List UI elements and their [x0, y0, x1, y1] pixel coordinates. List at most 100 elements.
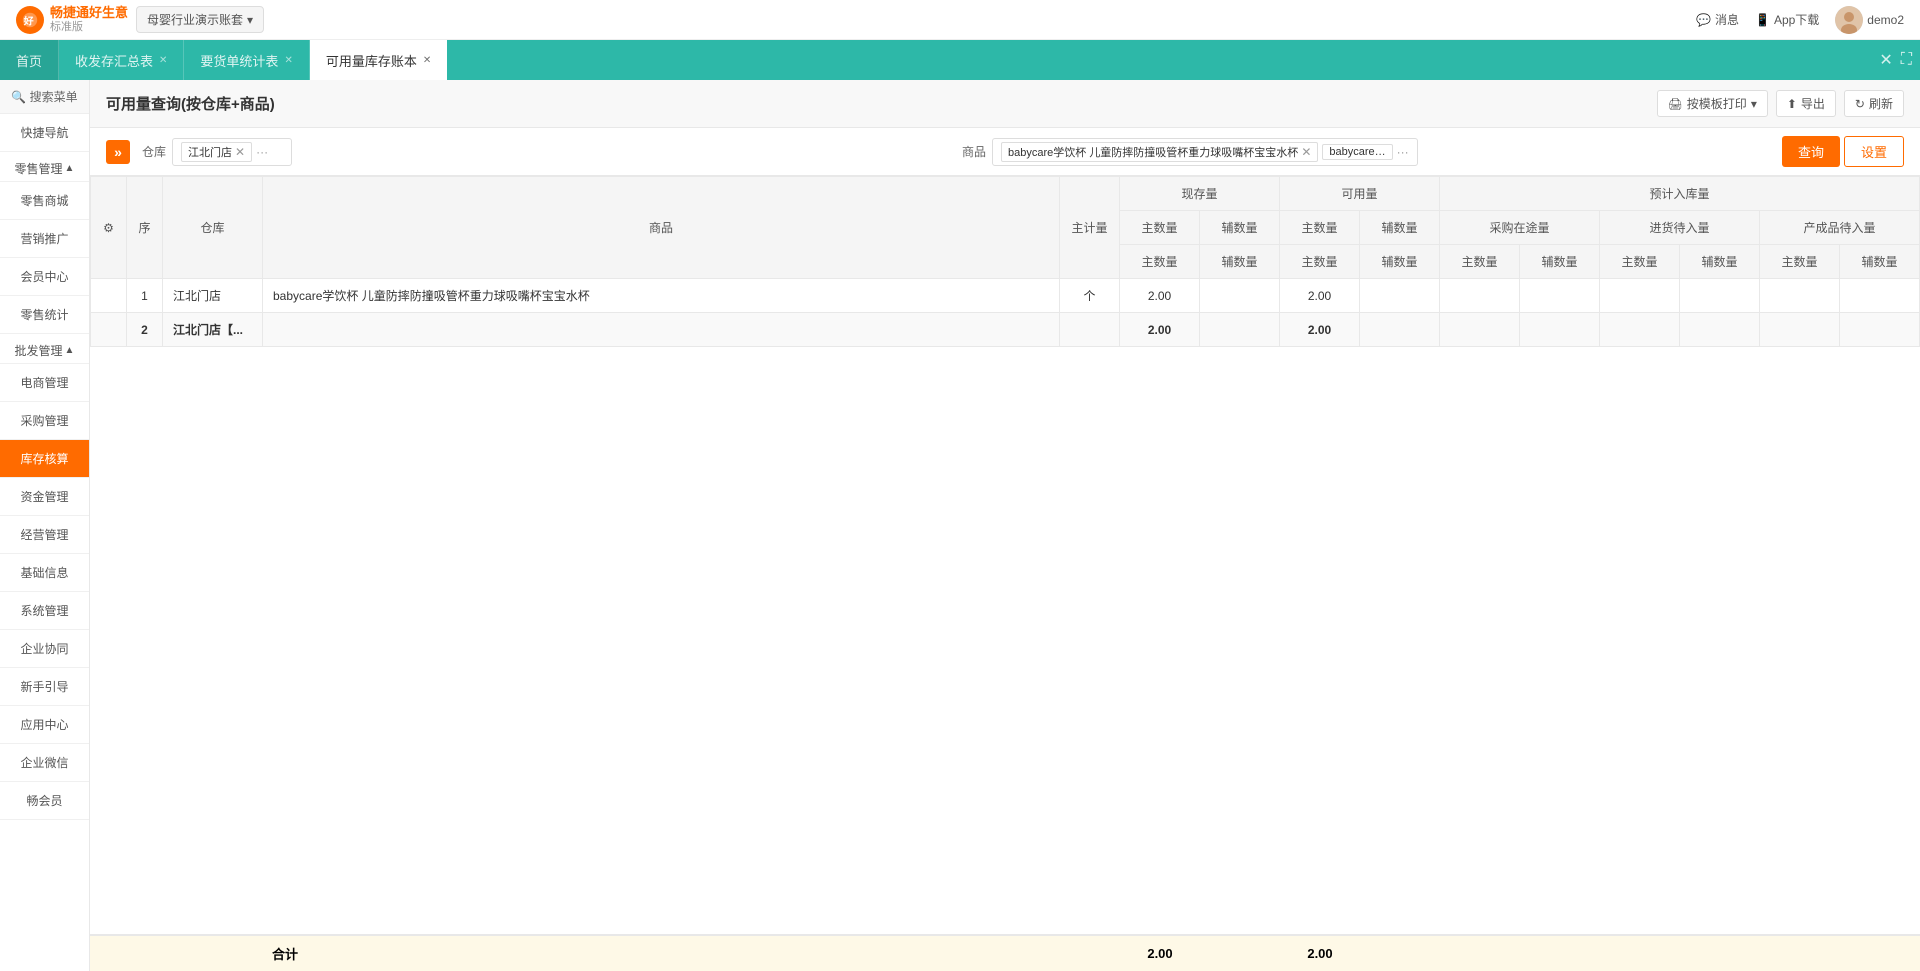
- cell-group-warehouse: 江北门店【...: [163, 313, 263, 347]
- cell-incoming-aux: [1680, 279, 1760, 313]
- tab-home[interactable]: 首页: [0, 40, 59, 80]
- chevron-down-icon: ▾: [247, 13, 253, 27]
- product-tag-1: babycare学饮杯 儿童防摔防撞吸管杯重力球吸嘴杯宝宝水杯 ✕: [1001, 142, 1318, 162]
- sidebar-search[interactable]: 🔍 搜索菜单: [0, 80, 89, 114]
- cell-no: 1: [127, 279, 163, 313]
- cell-group-avail-main: 2.00: [1280, 313, 1360, 347]
- sidebar-inventory-label: 库存核算: [20, 452, 68, 466]
- settings-icon: ⚙: [103, 221, 114, 235]
- product-input[interactable]: babycare学饮杯 儿童防摔防撞吸管杯重力球吸嘴杯宝宝水杯 ✕ babyca…: [992, 138, 1418, 166]
- sidebar-item-inventory[interactable]: 库存核算: [0, 440, 89, 478]
- cell-stock-main: 2.00: [1120, 279, 1200, 313]
- th-settings[interactable]: ⚙: [91, 177, 127, 279]
- cell-group-settings: [91, 313, 127, 347]
- warehouse-input[interactable]: 江北门店 ✕ ···: [172, 138, 292, 166]
- cell-purchase-transit-aux: [1520, 279, 1600, 313]
- sidebar-item-member-center[interactable]: 会员中心: [0, 258, 89, 296]
- sidebar-item-purchase[interactable]: 采购管理: [0, 402, 89, 440]
- sidebar-purchase-label: 采购管理: [20, 414, 68, 428]
- product-tag-1-remove[interactable]: ✕: [1301, 145, 1311, 159]
- page-actions: 🖨 按模板打印 ▾ ⬆ 导出 ↻ 刷新: [1657, 90, 1904, 117]
- tab-receive-summary[interactable]: 收发存汇总表 ✕: [59, 40, 184, 80]
- filter-bar: » 仓库 江北门店 ✕ ··· 商品 babycare学饮杯 儿童防摔防撞吸管杯…: [90, 128, 1920, 176]
- export-button[interactable]: ⬆ 导出: [1776, 90, 1836, 117]
- sidebar-item-operation[interactable]: 经营管理: [0, 516, 89, 554]
- data-table: ⚙ 序 仓库 商品 主计量 现存量 可用量 预计入库量 主数量 辅数量 主数量: [90, 176, 1920, 347]
- table-row-group: 2 江北门店【... 2.00 2.00: [91, 313, 1920, 347]
- sidebar-item-ecommerce[interactable]: 电商管理: [0, 364, 89, 402]
- username-label: demo2: [1867, 13, 1904, 27]
- sidebar-item-finance[interactable]: 资金管理: [0, 478, 89, 516]
- export-label: 导出: [1801, 95, 1825, 112]
- tab-order-stats[interactable]: 要货单统计表 ✕: [184, 40, 309, 80]
- sidebar-member-center-label: 会员中心: [20, 270, 68, 284]
- print-chevron-icon: ▾: [1751, 97, 1757, 111]
- top-bar-right: 💬 消息 📱 App下载 demo2: [1696, 6, 1904, 34]
- sidebar-item-retail-mall[interactable]: 零售商城: [0, 182, 89, 220]
- tab-home-label: 首页: [16, 51, 42, 70]
- tab-available-stock-close[interactable]: ✕: [423, 55, 431, 66]
- expand-icon: »: [114, 144, 122, 160]
- refresh-icon: ↻: [1855, 97, 1865, 111]
- sidebar-item-quick-nav[interactable]: 快捷导航: [0, 114, 89, 152]
- warehouse-more-icon: ···: [256, 145, 268, 159]
- setting-button[interactable]: 设置: [1844, 136, 1904, 167]
- th-avail-aux2: 辅数量: [1360, 245, 1440, 279]
- tab-available-stock[interactable]: 可用量库存账本 ✕: [310, 40, 447, 80]
- sidebar-item-app-center[interactable]: 应用中心: [0, 706, 89, 744]
- tab-receive-summary-close[interactable]: ✕: [159, 55, 167, 66]
- th-stock-aux2: 辅数量: [1200, 245, 1280, 279]
- print-label: 按模板打印: [1687, 95, 1747, 112]
- user-profile[interactable]: demo2: [1835, 6, 1904, 34]
- export-icon: ⬆: [1787, 97, 1797, 111]
- cell-unit: 个: [1060, 279, 1120, 313]
- sidebar-item-system[interactable]: 系统管理: [0, 592, 89, 630]
- sidebar-item-enterprise-collab[interactable]: 企业协同: [0, 630, 89, 668]
- cell-group-unit: [1060, 313, 1120, 347]
- cell-group-in-main: [1600, 313, 1680, 347]
- sidebar-section-retail[interactable]: 零售管理 ▲: [0, 152, 89, 182]
- app-download-action[interactable]: 📱 App下载: [1755, 11, 1819, 28]
- table-wrapper: ⚙ 序 仓库 商品 主计量 现存量 可用量 预计入库量 主数量 辅数量 主数量: [90, 176, 1920, 971]
- expand-button[interactable]: »: [106, 140, 130, 164]
- cell-group-stock-aux: [1200, 313, 1280, 347]
- sidebar-item-retail-stats[interactable]: 零售统计: [0, 296, 89, 334]
- warehouse-filter-group: 仓库 江北门店 ✕ ···: [142, 138, 950, 166]
- refresh-button[interactable]: ↻ 刷新: [1844, 90, 1904, 117]
- industry-selector[interactable]: 母婴行业演示账套 ▾: [136, 6, 264, 33]
- top-bar: 好 畅捷通好生意 标准版 母婴行业演示账套 ▾ 💬 消息 📱 App下载 dem…: [0, 0, 1920, 40]
- close-all-tabs[interactable]: ✕: [1879, 50, 1892, 70]
- maximize-icon[interactable]: ⛶: [1901, 51, 1912, 69]
- logo-text: 畅捷通好生意 标准版: [50, 5, 128, 34]
- sidebar-enterprise-collab-label: 企业协同: [20, 642, 68, 656]
- th-incoming-main: 主数量: [1600, 245, 1680, 279]
- message-label: 消息: [1715, 11, 1739, 28]
- sidebar-item-new-guide[interactable]: 新手引导: [0, 668, 89, 706]
- sidebar-section-wholesale[interactable]: 批发管理 ▲: [0, 334, 89, 364]
- sidebar-vip-label: 畅会员: [26, 794, 62, 808]
- message-action[interactable]: 💬 消息: [1696, 11, 1739, 28]
- cell-group-stock-main: 2.00: [1120, 313, 1200, 347]
- th-avail-aux: 辅数量: [1360, 211, 1440, 245]
- product-label: 商品: [962, 143, 986, 160]
- cell-stock-aux: [1200, 279, 1280, 313]
- warehouse-tag: 江北门店 ✕: [181, 142, 252, 162]
- tab-order-stats-label: 要货单统计表: [200, 51, 278, 70]
- sidebar-item-basic-info[interactable]: 基础信息: [0, 554, 89, 592]
- warehouse-tag-remove[interactable]: ✕: [235, 145, 245, 159]
- logo-icon: 好: [16, 6, 44, 34]
- sidebar-search-label: 搜索菜单: [30, 90, 78, 104]
- sidebar-item-marketing[interactable]: 营销推广: [0, 220, 89, 258]
- tab-order-stats-close[interactable]: ✕: [284, 55, 292, 66]
- print-button[interactable]: 🖨 按模板打印 ▾: [1657, 90, 1768, 117]
- sidebar-item-vip[interactable]: 畅会员: [0, 782, 89, 820]
- th-incoming-aux: 辅数量: [1680, 245, 1760, 279]
- th-available: 可用量: [1280, 177, 1440, 211]
- sidebar-new-guide-label: 新手引导: [20, 680, 68, 694]
- sidebar-basic-info-label: 基础信息: [20, 566, 68, 580]
- cell-group-pi-aux: [1840, 313, 1920, 347]
- sidebar-item-enterprise-wechat[interactable]: 企业微信: [0, 744, 89, 782]
- warehouse-tag-value: 江北门店: [188, 144, 232, 160]
- footer-stock-main-total: 2.00: [1120, 946, 1200, 961]
- query-button[interactable]: 查询: [1782, 136, 1840, 167]
